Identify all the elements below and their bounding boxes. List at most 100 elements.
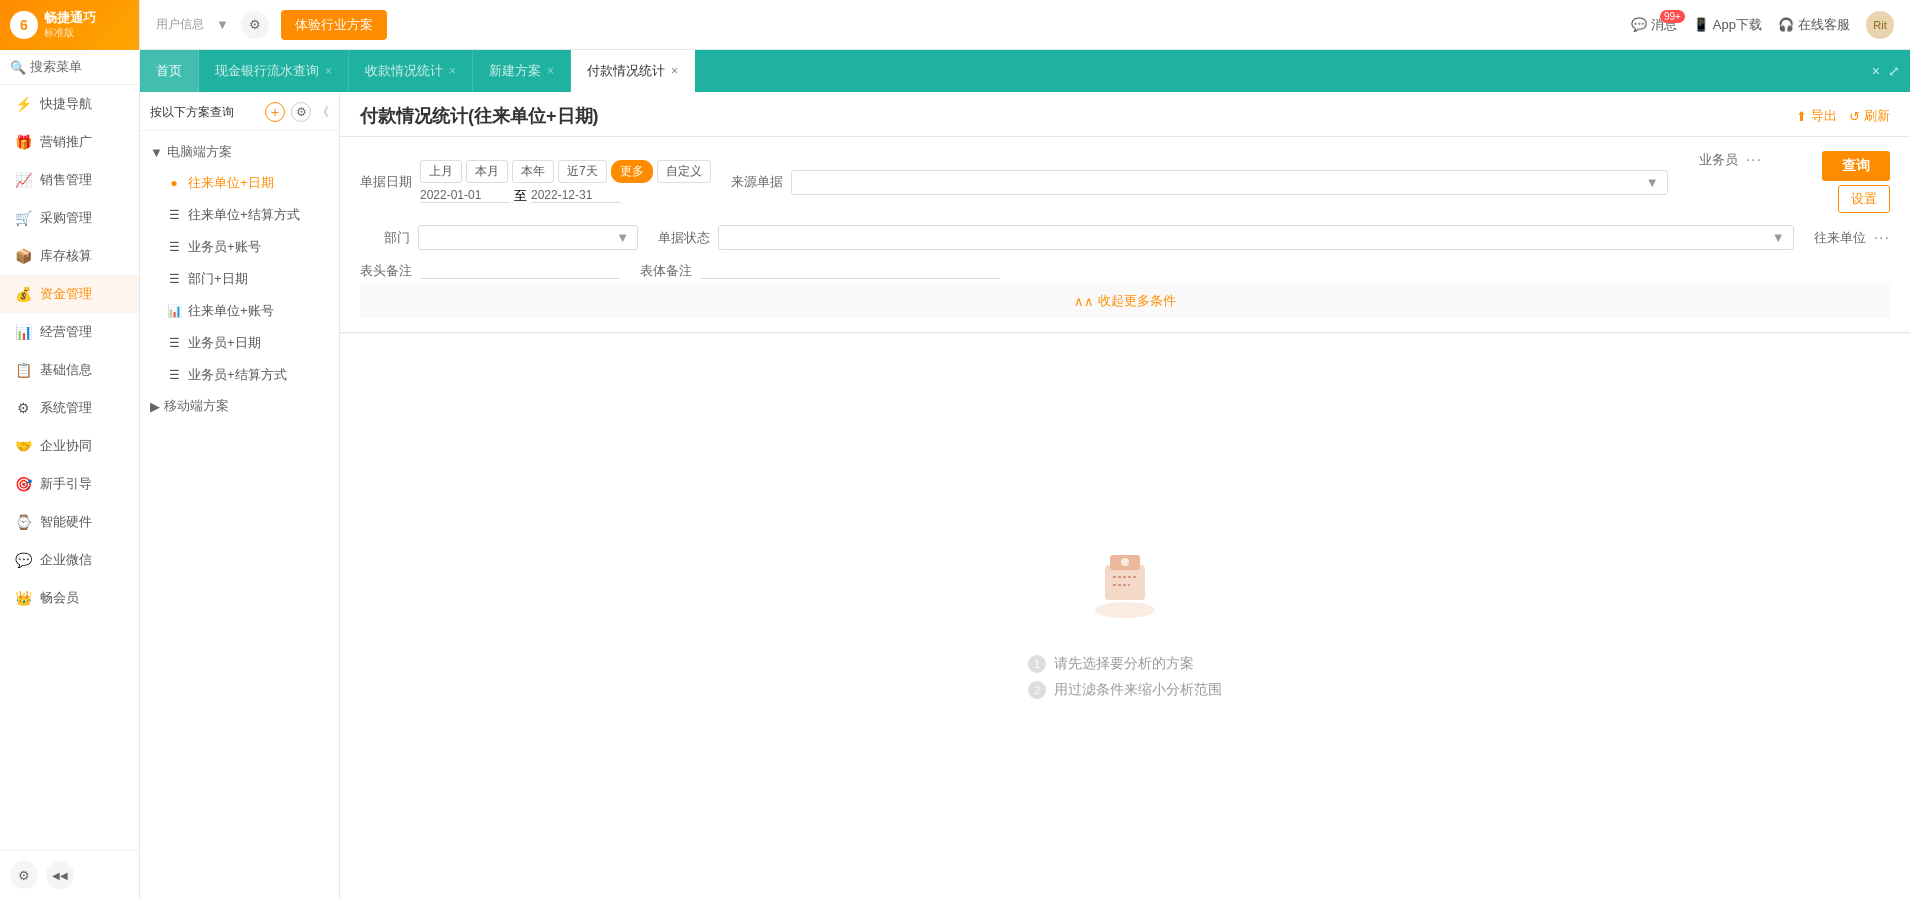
mobile-group-header[interactable]: ▶ 移动端方案 [140,391,339,421]
scheme-unit-account-label: 往来单位+账号 [188,302,274,320]
panel-collapse-btn[interactable]: 《 [317,104,329,121]
tab-new-plan[interactable]: 新建方案 × [473,50,571,92]
tab-bank[interactable]: 现金银行流水查询 × [199,50,349,92]
sidebar-item-member[interactable]: 👑 畅会员 [0,579,139,617]
filter-body-note-item: 表体备注 [640,262,1890,280]
date-btn-last-7days[interactable]: 近7天 [558,160,607,183]
sidebar-item-purchase[interactable]: 🛒 采购管理 [0,199,139,237]
sidebar-brand: 畅捷通巧 标准版 [44,10,96,40]
trial-btn[interactable]: 体验行业方案 [281,10,387,40]
scheme-staff-date[interactable]: ☰ 业务员+日期 [140,327,339,359]
refresh-btn[interactable]: ↺ 刷新 [1849,107,1890,125]
date-options-group: 上月 本月 本年 近7天 更多 自定义 至 [420,160,711,205]
hardware-icon: ⌚ [14,513,32,531]
messages-btn[interactable]: 💬 消息 99+ [1631,16,1677,34]
tab-payment-close[interactable]: × [671,64,678,78]
dept-select[interactable]: ▼ [418,225,638,250]
purchase-icon: 🛒 [14,209,32,227]
close-all-btn[interactable]: × [1872,63,1880,79]
scheme-staff-settle[interactable]: ☰ 业务员+结算方式 [140,359,339,391]
scheme-staff-settle-label: 业务员+结算方式 [188,366,287,384]
date-range-separator: 至 [514,187,527,205]
tab-bank-close[interactable]: × [325,64,332,78]
tab-payment[interactable]: 付款情况统计 × [571,50,695,92]
topbar-gear-btn[interactable]: ⚙ [241,11,269,39]
avatar[interactable]: Rit [1866,11,1894,39]
app-download-btn[interactable]: 📱 App下载 [1693,16,1762,34]
sidebar-item-sales[interactable]: 📈 销售管理 [0,161,139,199]
tab-bank-label: 现金银行流水查询 [215,62,319,80]
sidebar-item-quick-nav[interactable]: ⚡ 快捷导航 [0,85,139,123]
sidebar-header: 6 畅捷通巧 标准版 [0,0,139,50]
sidebar-item-base[interactable]: 📋 基础信息 [0,351,139,389]
mobile-scheme-group: ▶ 移动端方案 [140,391,339,421]
doc-status-select[interactable]: ▼ [718,225,1794,250]
scheme-dept-date[interactable]: ☰ 部门+日期 [140,263,339,295]
online-service-btn[interactable]: 🎧 在线客服 [1778,16,1850,34]
tab-receipt-label: 收款情况统计 [365,62,443,80]
source-label: 来源单据 [731,173,783,191]
panel-settings-btn[interactable]: ⚙ [291,102,311,122]
sidebar-item-guide[interactable]: 🎯 新手引导 [0,465,139,503]
collapse-up-icon: ∧∧ [1074,294,1094,309]
sidebar-item-marketing[interactable]: 🎁 营销推广 [0,123,139,161]
sidebar-footer: ⚙ ◀◀ [0,850,139,899]
scheme-staff-account[interactable]: ☰ 业务员+账号 [140,231,339,263]
filter-settings-btn[interactable]: 设置 [1838,185,1890,213]
app-download-label: App下载 [1713,16,1762,34]
doc-status-dropdown-icon: ▼ [1772,230,1785,245]
operations-icon: 📊 [14,323,32,341]
sidebar-label-member: 畅会员 [40,589,79,607]
panel-add-btn[interactable]: + [265,102,285,122]
date-end-input[interactable] [531,188,621,203]
scheme-unit-date-label: 往来单位+日期 [188,174,274,192]
filter-unit-item: 往来单位 ··· [1814,229,1890,247]
date-start-input[interactable] [420,188,510,203]
query-btn[interactable]: 查询 [1822,151,1890,181]
refresh-label: 刷新 [1864,107,1890,125]
date-btn-more[interactable]: 更多 [611,160,653,183]
inventory-icon: 📦 [14,247,32,265]
date-btn-custom[interactable]: 自定义 [657,160,711,183]
desktop-group-header[interactable]: ▼ 电脑端方案 [140,137,339,167]
footer-settings-btn[interactable]: ⚙ [10,861,38,889]
sidebar-label-wechat: 企业微信 [40,551,92,569]
unit-dots-btn[interactable]: ··· [1874,229,1890,247]
source-select[interactable]: ▼ [791,170,1668,195]
unit-label: 往来单位 [1814,229,1866,247]
date-btn-last-month[interactable]: 上月 [420,160,462,183]
sidebar-item-system[interactable]: ⚙ 系统管理 [0,389,139,427]
wechat-icon: 💬 [14,551,32,569]
sidebar-item-inventory[interactable]: 📦 库存核算 [0,237,139,275]
scheme-unit-date[interactable]: ● 往来单位+日期 [140,167,339,199]
tab-receipt-close[interactable]: × [449,64,456,78]
sidebar-item-capital[interactable]: 💰 资金管理 [0,275,139,313]
expand-btn[interactable]: ⤢ [1888,63,1900,79]
scheme-unit-settle-label: 往来单位+结算方式 [188,206,300,224]
topbar-dropdown-icon[interactable]: ▼ [216,17,229,32]
staff-dots-btn[interactable]: ··· [1746,151,1762,169]
footer-collapse-btn[interactable]: ◀◀ [46,861,74,889]
header-note-input[interactable] [420,263,620,279]
search-menu[interactable]: 🔍 搜索菜单 [0,50,139,85]
scheme-unit-account[interactable]: 📊 往来单位+账号 [140,295,339,327]
sidebar-item-operations[interactable]: 📊 经营管理 [0,313,139,351]
export-btn[interactable]: ⬆ 导出 [1796,107,1837,125]
collapse-more-btn[interactable]: ∧∧ 收起更多条件 [360,284,1890,318]
scheme-unit-settle[interactable]: ☰ 往来单位+结算方式 [140,199,339,231]
tab-receipt[interactable]: 收款情况统计 × [349,50,473,92]
body-note-input[interactable] [700,263,1000,279]
sidebar-item-hardware[interactable]: ⌚ 智能硬件 [0,503,139,541]
sidebar-item-enterprise[interactable]: 🤝 企业协同 [0,427,139,465]
empty-icon [1075,535,1175,635]
sidebar-item-wechat[interactable]: 💬 企业微信 [0,541,139,579]
tab-home[interactable]: 首页 [140,50,199,92]
right-actions-col: 查询 设置 [1770,151,1890,213]
tab-new-plan-close[interactable]: × [547,64,554,78]
staff-label: 业务员 [1688,151,1738,169]
mobile-group-arrow: ▶ [150,399,160,414]
date-btn-this-year[interactable]: 本年 [512,160,554,183]
member-icon: 👑 [14,589,32,607]
date-btn-this-month[interactable]: 本月 [466,160,508,183]
sidebar: 6 畅捷通巧 标准版 🔍 搜索菜单 ⚡ 快捷导航 🎁 营销推广 📈 销售管理 🛒… [0,0,140,899]
